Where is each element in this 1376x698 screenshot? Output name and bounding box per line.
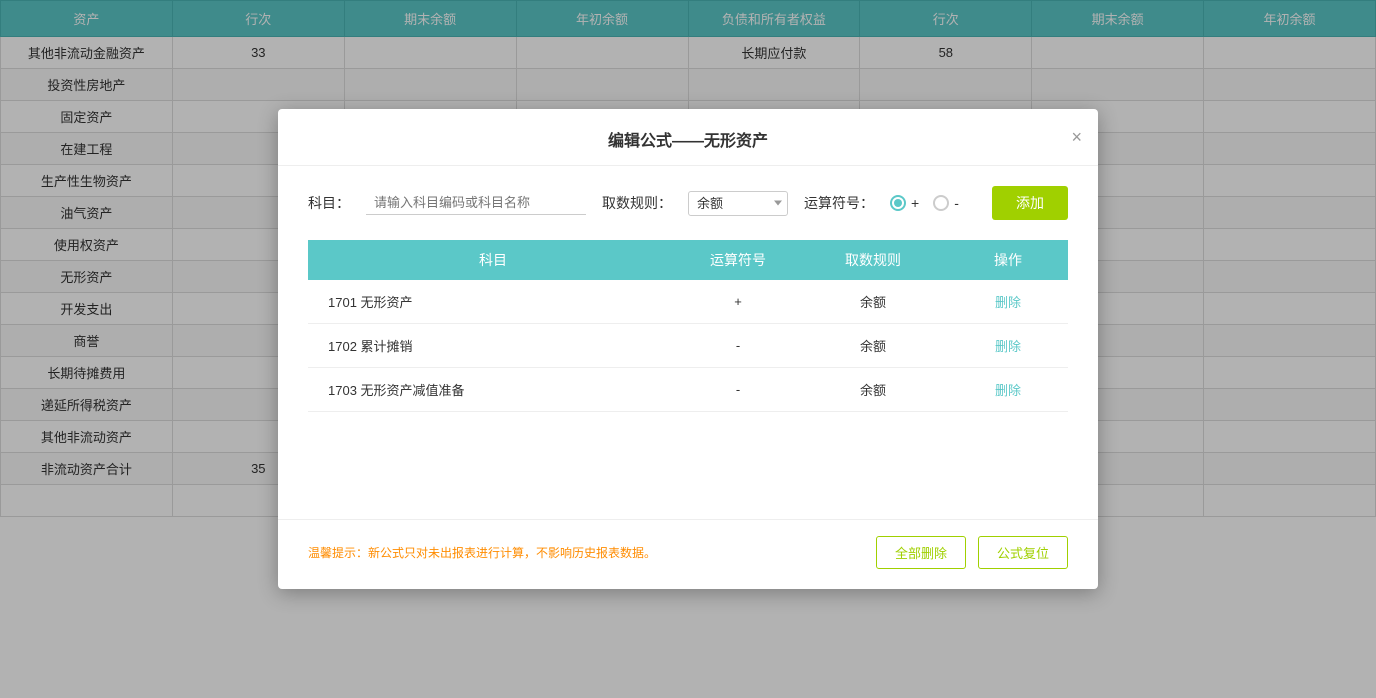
table-cell-subject: 1702 累计摊销 (308, 324, 678, 368)
formula-table: 科目 运算符号 取数规则 操作 1701 无形资产+余额删除1702 累计摊销-… (308, 240, 1068, 412)
operator-minus-item[interactable]: - (933, 195, 959, 211)
operator-minus-radio[interactable] (933, 195, 949, 211)
table-cell-rule: 余额 (798, 368, 948, 412)
table-cell-subject: 1701 无形资产 (308, 280, 678, 324)
operator-label: 运算符号： (804, 193, 874, 213)
table-cell-operator: - (678, 368, 798, 412)
rule-select-wrap[interactable]: 余额借方发生额贷方发生额 (688, 191, 788, 216)
footer-tip: 温馨提示：新公式只对未出报表进行计算，不影响历史报表数据。 (308, 544, 656, 561)
table-cell-subject: 1703 无形资产减值准备 (308, 368, 678, 412)
modal-header: 编辑公式——无形资产 × (278, 109, 1098, 166)
col-operator: 运算符号 (678, 240, 798, 280)
subject-input[interactable] (366, 191, 586, 215)
col-rule: 取数规则 (798, 240, 948, 280)
table-cell-operator: + (678, 280, 798, 324)
form-row: 科目： 取数规则： 余额借方发生额贷方发生额 运算符号： + (308, 186, 1068, 220)
modal-title: 编辑公式——无形资产 (608, 127, 768, 151)
table-cell-action: 删除 (948, 280, 1068, 324)
table-cell-action: 删除 (948, 324, 1068, 368)
col-action: 操作 (948, 240, 1068, 280)
table-cell-rule: 余额 (798, 324, 948, 368)
reset-formula-button[interactable]: 公式复位 (978, 536, 1068, 569)
table-row: 1703 无形资产减值准备-余额 删除 (308, 368, 1068, 412)
table-header-row: 科目 运算符号 取数规则 操作 (308, 240, 1068, 280)
modal-close-button[interactable]: × (1071, 128, 1082, 146)
col-subject: 科目 (308, 240, 678, 280)
modal-footer: 温馨提示：新公式只对未出报表进行计算，不影响历史报表数据。 全部删除 公式复位 (278, 519, 1098, 589)
footer-buttons: 全部删除 公式复位 (876, 536, 1068, 569)
operator-minus-label: - (954, 195, 959, 211)
table-cell-rule: 余额 (798, 280, 948, 324)
delete-row-link[interactable]: 删除 (995, 383, 1021, 398)
operator-plus-radio[interactable] (890, 195, 906, 211)
table-cell-action: 删除 (948, 368, 1068, 412)
modal-backdrop: 编辑公式——无形资产 × 科目： 取数规则： 余额借方发生额贷方发生额 运算符号… (0, 0, 1376, 698)
table-cell-operator: - (678, 324, 798, 368)
modal: 编辑公式——无形资产 × 科目： 取数规则： 余额借方发生额贷方发生额 运算符号… (278, 109, 1098, 589)
table-row: 1702 累计摊销-余额 删除 (308, 324, 1068, 368)
add-button[interactable]: 添加 (992, 186, 1068, 220)
table-row: 1701 无形资产+余额 删除 (308, 280, 1068, 324)
rule-label: 取数规则： (602, 193, 672, 213)
delete-row-link[interactable]: 删除 (995, 339, 1021, 354)
operator-plus-item[interactable]: + (890, 195, 919, 211)
operator-radio-group: + - (890, 195, 959, 211)
delete-row-link[interactable]: 删除 (995, 295, 1021, 310)
delete-all-button[interactable]: 全部删除 (876, 536, 966, 569)
subject-label: 科目： (308, 193, 350, 213)
operator-plus-label: + (911, 195, 919, 211)
rule-select[interactable]: 余额借方发生额贷方发生额 (688, 191, 788, 216)
modal-body: 科目： 取数规则： 余额借方发生额贷方发生额 运算符号： + (278, 166, 1098, 519)
